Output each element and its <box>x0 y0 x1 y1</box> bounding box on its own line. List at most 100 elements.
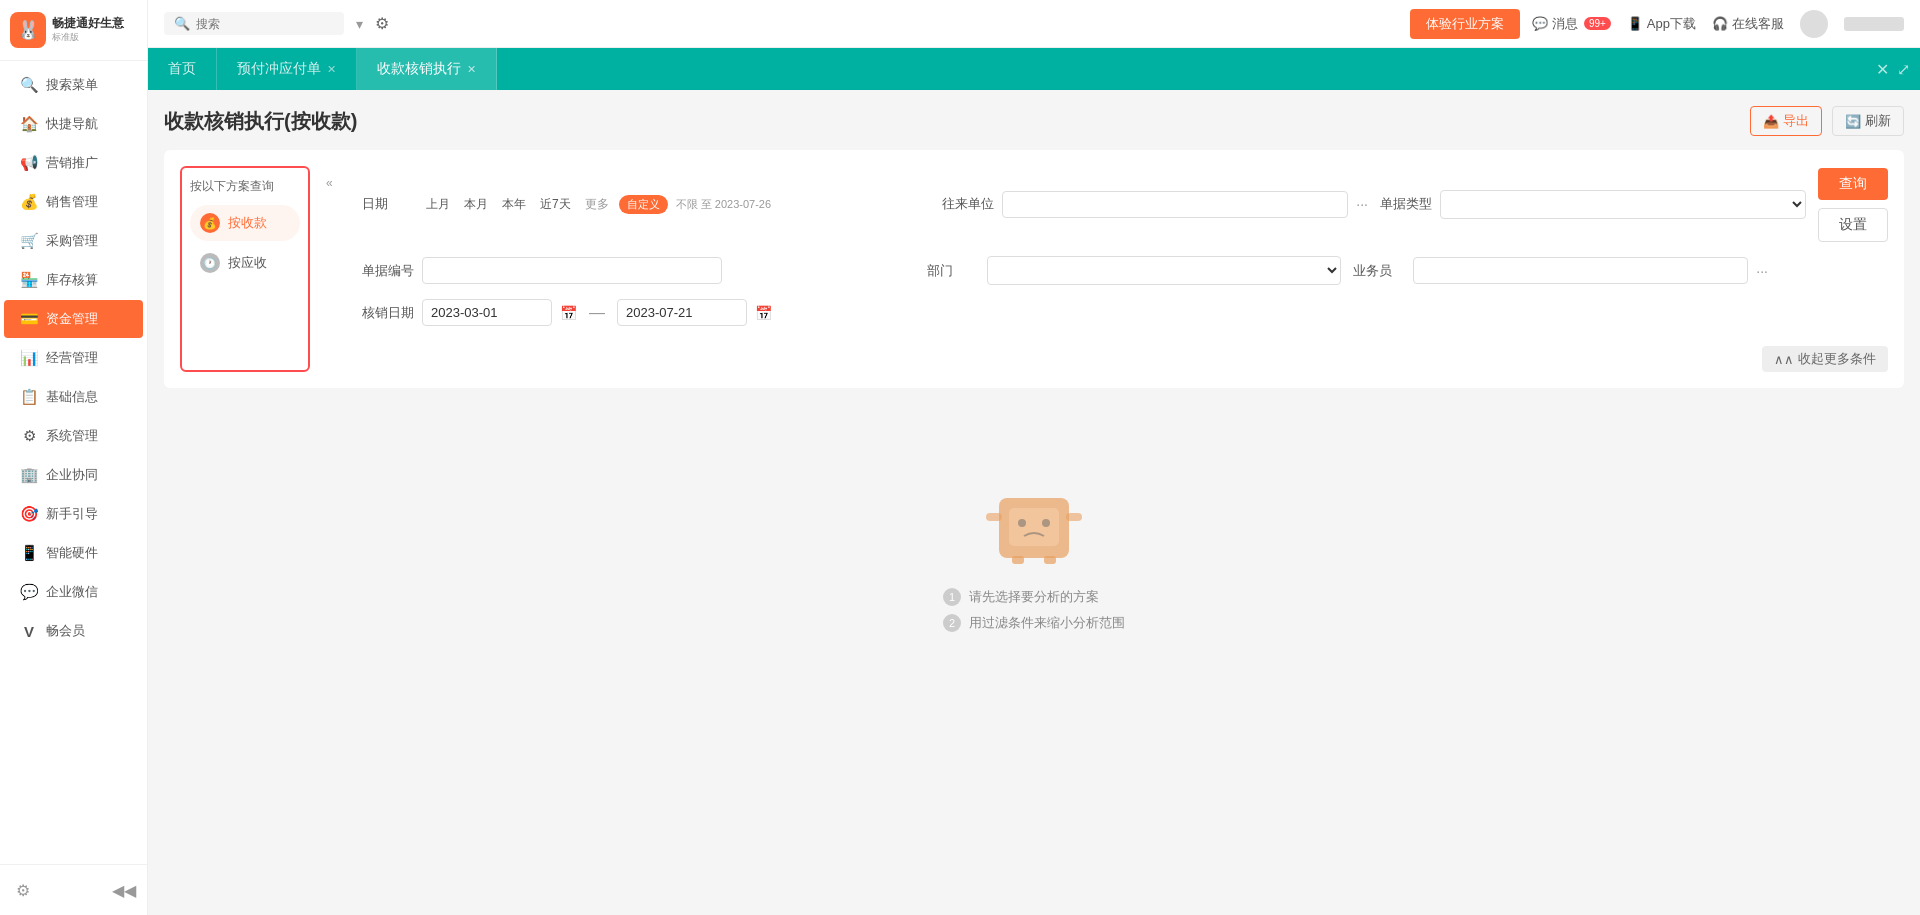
export-btn[interactable]: 📤 导出 <box>1750 106 1822 136</box>
sidebar-item-hardware[interactable]: 📱 智能硬件 <box>4 534 143 572</box>
verify-date-end-input[interactable] <box>617 299 747 326</box>
hardware-icon: 📱 <box>20 544 38 562</box>
tab-receivable-close[interactable]: ✕ <box>467 63 476 76</box>
staff-input[interactable] <box>1413 257 1748 284</box>
setting-btn[interactable]: 设置 <box>1818 208 1888 242</box>
sidebar-item-newbie[interactable]: 🎯 新手引导 <box>4 495 143 533</box>
basic-icon: 📋 <box>20 388 38 406</box>
counterparty-input[interactable] <box>1002 191 1348 218</box>
filter-sidebar: 按以下方案查询 💰 按收款 🕐 按应收 <box>180 166 310 372</box>
bill-type-select[interactable] <box>1440 190 1806 219</box>
filter-option-by-receipt[interactable]: 💰 按收款 <box>190 205 300 241</box>
teal-nav: 首页 预付冲应付单 ✕ 收款核销执行 ✕ ✕ ⤢ <box>148 48 1920 90</box>
date-this-year-btn[interactable]: 本年 <box>498 194 530 215</box>
sidebar-menu: 🔍 搜索菜单 🏠 快捷导航 📢 营销推广 💰 销售管理 🛒 采购管理 🏪 <box>0 61 147 864</box>
sidebar-item-member[interactable]: V 畅会员 <box>4 612 143 650</box>
svg-point-3 <box>1042 519 1050 527</box>
industry-solution-btn[interactable]: 体验行业方案 <box>1410 9 1520 39</box>
marketing-icon: 📢 <box>20 154 38 172</box>
topbar-right-actions: 💬 消息 99+ 📱 App下载 🎧 在线客服 <box>1532 10 1904 38</box>
topbar-search-input[interactable] <box>196 17 334 31</box>
page-title: 收款核销执行(按收款) <box>164 108 357 135</box>
date-label: 日期 <box>362 195 414 213</box>
user-avatar[interactable] <box>1800 10 1828 38</box>
filter-sidebar-title: 按以下方案查询 <box>190 178 300 195</box>
empty-state: 1 请先选择要分析的方案 2 用过滤条件来缩小分析范围 <box>164 388 1904 672</box>
settings-bottom-icon[interactable]: ⚙ <box>8 875 38 905</box>
member-icon: V <box>20 622 38 640</box>
finance-icon: 💳 <box>20 310 38 328</box>
sales-icon: 💰 <box>20 193 38 211</box>
app-logo: 🐰 畅捷通好生意 标准版 <box>0 0 147 61</box>
collapse-more-btn[interactable]: ∧∧ 收起更多条件 <box>1762 346 1888 372</box>
topbar-search-icon: 🔍 <box>174 16 190 31</box>
close-window-icon[interactable]: ✕ <box>1876 60 1889 79</box>
query-btn[interactable]: 查询 <box>1818 168 1888 200</box>
empty-hint-1: 1 请先选择要分析的方案 <box>943 588 1125 606</box>
sidebar-item-search[interactable]: 🔍 搜索菜单 <box>4 66 143 104</box>
collapse-filter-btn[interactable]: « <box>326 166 346 372</box>
date-this-month-btn[interactable]: 本月 <box>460 194 492 215</box>
sidebar-item-quick-nav[interactable]: 🏠 快捷导航 <box>4 105 143 143</box>
sidebar-item-enterprise[interactable]: 🏢 企业协同 <box>4 456 143 494</box>
window-controls: ✕ ⤢ <box>1866 48 1920 90</box>
sidebar-item-operation[interactable]: 📊 经营管理 <box>4 339 143 377</box>
sidebar-item-wechat[interactable]: 💬 企业微信 <box>4 573 143 611</box>
refresh-btn[interactable]: 🔄 刷新 <box>1832 106 1904 136</box>
sidebar-item-basic[interactable]: 📋 基础信息 <box>4 378 143 416</box>
counterparty-ellipsis[interactable]: ··· <box>1356 196 1368 212</box>
hint-num-2: 2 <box>943 614 961 632</box>
inventory-icon: 🏪 <box>20 271 38 289</box>
topbar-search-box[interactable]: 🔍 <box>164 12 344 35</box>
svg-rect-5 <box>1044 556 1056 564</box>
bill-no-input[interactable] <box>422 257 722 284</box>
sidebar-item-sales[interactable]: 💰 销售管理 <box>4 183 143 221</box>
filter-option-by-receivable[interactable]: 🕐 按应收 <box>190 245 300 281</box>
quicknav-icon: 🏠 <box>20 115 38 133</box>
tab-prepay-close[interactable]: ✕ <box>327 63 336 76</box>
date-last-7days-btn[interactable]: 近7天 <box>536 194 575 215</box>
sidebar: 🐰 畅捷通好生意 标准版 🔍 搜索菜单 🏠 快捷导航 📢 营销推广 💰 <box>0 0 148 915</box>
collapse-more-row: ∧∧ 收起更多条件 <box>362 346 1888 372</box>
staff-label: 业务员 <box>1353 262 1405 280</box>
svg-rect-4 <box>1012 556 1024 564</box>
tab-receivable[interactable]: 收款核销执行 ✕ <box>357 48 497 90</box>
enterprise-icon: 🏢 <box>20 466 38 484</box>
operation-icon: 📊 <box>20 349 38 367</box>
app-download-btn[interactable]: 📱 App下载 <box>1627 15 1696 33</box>
newbie-icon: 🎯 <box>20 505 38 523</box>
collapse-sidebar-btn[interactable]: ◀◀ <box>109 875 139 905</box>
date-last-month-btn[interactable]: 上月 <box>422 194 454 215</box>
dept-select[interactable] <box>987 256 1342 285</box>
maximize-window-icon[interactable]: ⤢ <box>1897 60 1910 79</box>
tab-home[interactable]: 首页 <box>148 48 217 90</box>
date-custom-tag: 自定义 <box>619 195 668 214</box>
date-range-separator: — <box>589 304 605 322</box>
page-actions: 📤 导出 🔄 刷新 <box>1750 106 1904 136</box>
staff-ellipsis[interactable]: ··· <box>1756 263 1768 279</box>
verify-date-start-cal-icon[interactable]: 📅 <box>560 305 577 321</box>
field-date: 日期 上月 本月 本年 近7天 更多 自定义 不限 至 2023-07-26 <box>362 194 930 215</box>
svg-rect-6 <box>986 513 1002 521</box>
topbar-dropdown-icon[interactable]: ▾ <box>356 16 363 32</box>
sidebar-item-system[interactable]: ⚙ 系统管理 <box>4 417 143 455</box>
sidebar-item-inventory[interactable]: 🏪 库存核算 <box>4 261 143 299</box>
filter-panel: 按以下方案查询 💰 按收款 🕐 按应收 « <box>164 150 1904 388</box>
topbar-gear-icon[interactable]: ⚙ <box>375 14 389 33</box>
sidebar-item-purchase[interactable]: 🛒 采购管理 <box>4 222 143 260</box>
counterparty-label: 往来单位 <box>942 195 994 213</box>
sidebar-item-marketing[interactable]: 📢 营销推广 <box>4 144 143 182</box>
purchase-icon: 🛒 <box>20 232 38 250</box>
verify-date-end-cal-icon[interactable]: 📅 <box>755 305 772 321</box>
online-service-btn[interactable]: 🎧 在线客服 <box>1712 15 1784 33</box>
messages-btn[interactable]: 💬 消息 99+ <box>1532 15 1611 33</box>
verify-date-label: 核销日期 <box>362 304 414 322</box>
sidebar-item-finance[interactable]: 💳 资金管理 <box>4 300 143 338</box>
field-counterparty: 往来单位 ··· <box>942 191 1368 218</box>
field-staff: 业务员 ··· <box>1353 257 1768 284</box>
message-icon: 💬 <box>1532 16 1548 31</box>
verify-date-start-input[interactable] <box>422 299 552 326</box>
phone-icon: 📱 <box>1627 16 1643 31</box>
tab-prepay[interactable]: 预付冲应付单 ✕ <box>217 48 357 90</box>
date-more-btn[interactable]: 更多 <box>581 194 613 215</box>
